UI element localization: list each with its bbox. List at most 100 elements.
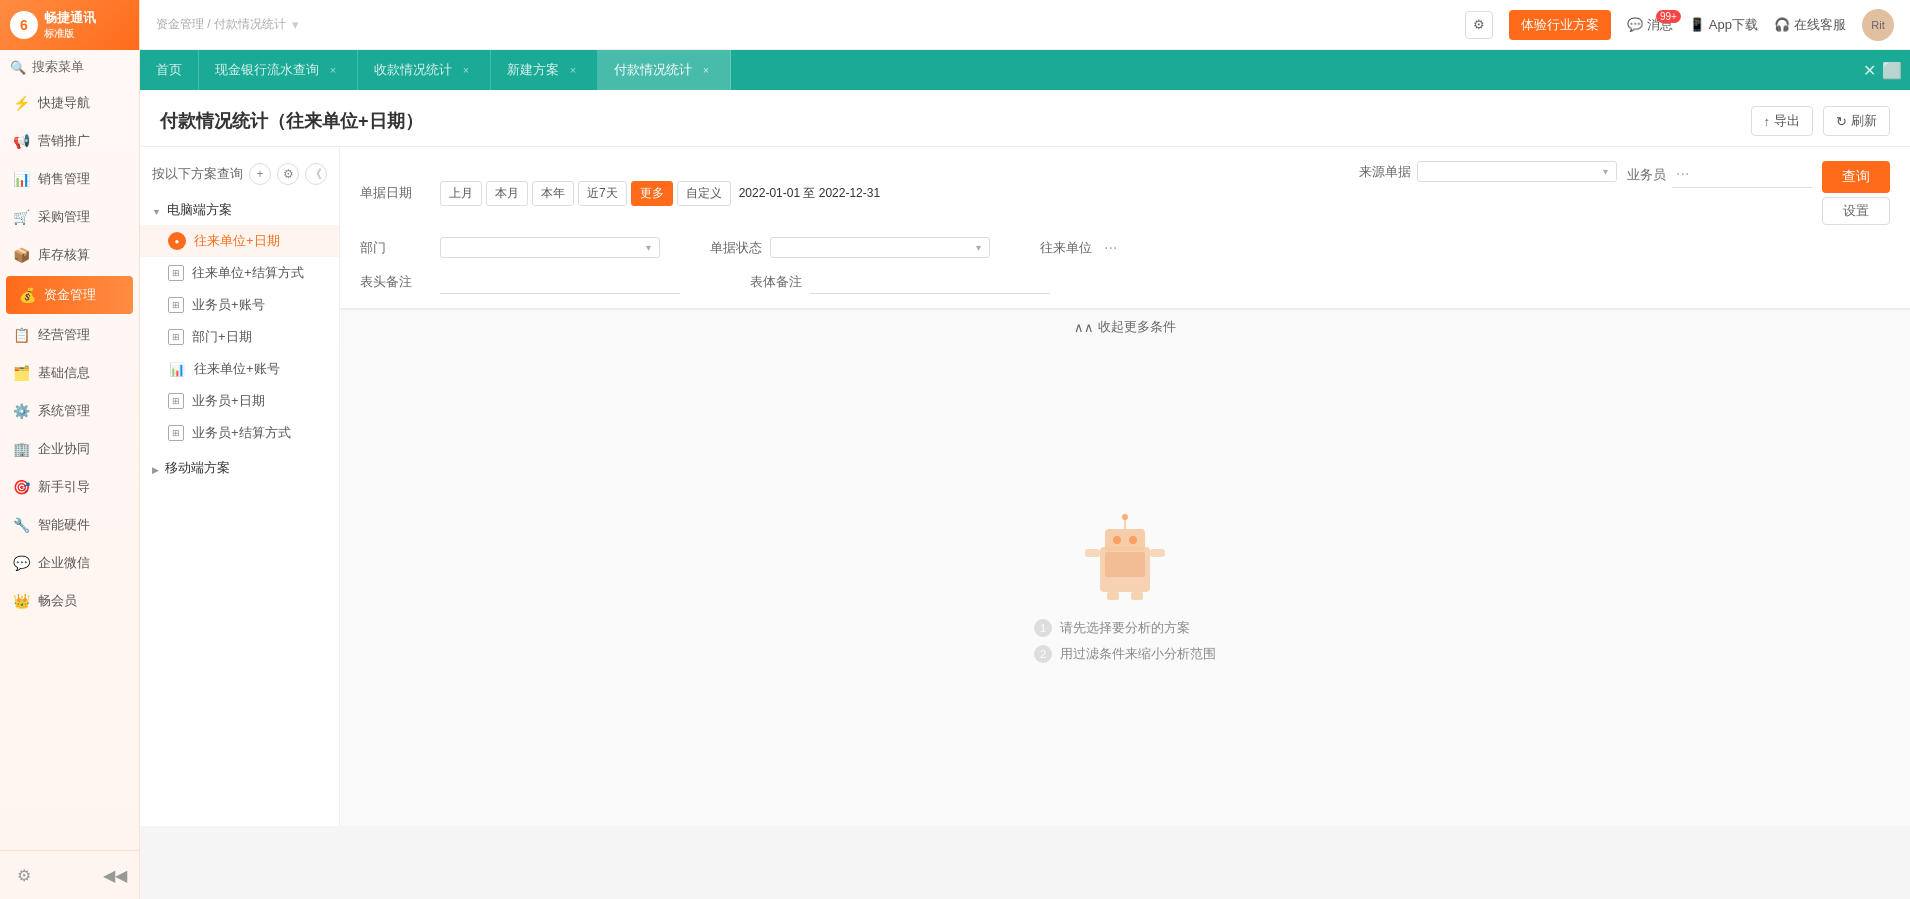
trial-button[interactable]: 体验行业方案 xyxy=(1509,10,1611,40)
sidebar-item-vip[interactable]: 👑 畅会员 xyxy=(0,582,139,620)
tabs-bar: 首页 现金银行流水查询 × 收款情况统计 × 新建方案 × 付款情况统计 × ✕… xyxy=(140,50,1910,90)
refresh-icon: ↻ xyxy=(1836,114,1847,129)
svg-point-3 xyxy=(1113,536,1121,544)
scheme-item-partner-date[interactable]: ● 往来单位+日期 xyxy=(140,225,339,257)
tab-receipts[interactable]: 收款情况统计 × xyxy=(358,50,491,90)
empty-tips: 1 请先选择要分析的方案 2 用过滤条件来缩小分析范围 xyxy=(1034,619,1216,663)
partner-date-icon: ● xyxy=(168,232,186,250)
date-btn-7days[interactable]: 近7天 xyxy=(578,181,627,206)
partner-ellipsis[interactable]: ··· xyxy=(1104,239,1117,257)
sidebar-item-guide[interactable]: 🎯 新手引导 xyxy=(0,468,139,506)
top-header: 资金管理 / 付款情况统计 ▾ ⚙ 体验行业方案 💬 消息 99+ 📱 App下… xyxy=(140,0,1910,50)
tab-cash-flow-close[interactable]: × xyxy=(325,62,341,78)
message-icon: 💬 xyxy=(1627,17,1643,32)
scheme-item-dept-date[interactable]: ⊞ 部门+日期 xyxy=(140,321,339,353)
staff-settle-icon: ⊞ xyxy=(168,425,184,441)
scheme-item-staff-date[interactable]: ⊞ 业务员+日期 xyxy=(140,385,339,417)
system-icon: ⚙️ xyxy=(12,402,30,420)
query-button[interactable]: 查询 xyxy=(1822,161,1890,193)
scheme-collapse-btn[interactable]: 《 xyxy=(305,163,327,185)
vip-icon: 👑 xyxy=(12,592,30,610)
app-logo: 6 畅捷通讯 标准版 xyxy=(0,0,139,50)
source-select[interactable]: ▾ xyxy=(1417,161,1617,182)
download-icon: 📱 xyxy=(1689,17,1705,32)
sidebar-item-operations[interactable]: 📋 经营管理 xyxy=(0,316,139,354)
filter-section: 单据日期 上月 本月 本年 近7天 更多 自定义 2022-01-01 至 20… xyxy=(340,147,1910,309)
partner-settle-icon: ⊞ xyxy=(168,265,184,281)
date-btn-this-month[interactable]: 本月 xyxy=(486,181,528,206)
sidebar-settings-btn[interactable]: ⚙ xyxy=(10,861,38,889)
svg-rect-5 xyxy=(1107,592,1119,600)
tab-close-all-btn[interactable]: ✕ xyxy=(1863,61,1876,80)
results-area: 1 请先选择要分析的方案 2 用过滤条件来缩小分析范围 xyxy=(340,344,1910,826)
settings-small-button[interactable]: 设置 xyxy=(1822,197,1890,225)
scheme-item-partner-settle[interactable]: ⊞ 往来单位+结算方式 xyxy=(140,257,339,289)
scheme-item-staff-account[interactable]: ⊞ 业务员+账号 xyxy=(140,289,339,321)
dept-select[interactable]: ▾ xyxy=(440,237,660,258)
sidebar-item-smart-hw[interactable]: 🔧 智能硬件 xyxy=(0,506,139,544)
tip-num-2: 2 xyxy=(1034,645,1052,663)
export-button[interactable]: ↑ 导出 xyxy=(1751,106,1814,136)
refresh-button[interactable]: ↻ 刷新 xyxy=(1823,106,1890,136)
tab-cash-flow[interactable]: 现金银行流水查询 × xyxy=(199,50,358,90)
source-label: 来源单据 xyxy=(1359,163,1411,181)
online-service[interactable]: 🎧 在线客服 xyxy=(1774,16,1846,34)
sidebar-item-sales[interactable]: 📊 销售管理 xyxy=(0,160,139,198)
page-title: 付款情况统计（往来单位+日期） xyxy=(160,109,423,133)
search-menu[interactable]: 🔍 搜索菜单 xyxy=(0,50,139,84)
pc-schemes-title[interactable]: 电脑端方案 xyxy=(140,195,339,225)
finance-icon: 💰 xyxy=(18,286,36,304)
empty-state: 1 请先选择要分析的方案 2 用过滤条件来缩小分析范围 xyxy=(1034,507,1216,663)
scheme-add-btn[interactable]: + xyxy=(249,163,271,185)
tab-payments-close[interactable]: × xyxy=(698,62,714,78)
date-btn-last-month[interactable]: 上月 xyxy=(440,181,482,206)
date-btn-more[interactable]: 更多 xyxy=(631,181,673,206)
user-avatar[interactable]: Rit xyxy=(1862,9,1894,41)
tab-receipts-close[interactable]: × xyxy=(458,62,474,78)
basic-info-icon: 🗂️ xyxy=(12,364,30,382)
scheme-panel: 按以下方案查询 + ⚙ 《 电脑端方案 ● 往来单位+日期 xyxy=(140,147,340,826)
dept-date-icon: ⊞ xyxy=(168,329,184,345)
scheme-settings-btn[interactable]: ⚙ xyxy=(277,163,299,185)
header-settings-button[interactable]: ⚙ xyxy=(1465,11,1493,39)
mobile-schemes-title[interactable]: 移动端方案 xyxy=(140,453,339,483)
tab-new-scheme-close[interactable]: × xyxy=(565,62,581,78)
date-btn-this-year[interactable]: 本年 xyxy=(532,181,574,206)
body-note-label: 表体备注 xyxy=(750,273,802,291)
sidebar-item-basic-info[interactable]: 🗂️ 基础信息 xyxy=(0,354,139,392)
guide-icon: 🎯 xyxy=(12,478,30,496)
sidebar-item-finance[interactable]: 💰 资金管理 xyxy=(6,276,133,314)
sidebar-collapse-btn[interactable]: ◀◀ xyxy=(101,861,129,889)
collapse-more-btn[interactable]: ∧∧ 收起更多条件 xyxy=(340,309,1910,344)
scheme-item-partner-account[interactable]: 📊 往来单位+账号 xyxy=(140,353,339,385)
tab-payments[interactable]: 付款情况统计 × xyxy=(598,50,731,90)
scheme-panel-title: 按以下方案查询 xyxy=(152,165,243,183)
date-btn-custom[interactable]: 自定义 xyxy=(677,181,731,206)
tab-new-scheme[interactable]: 新建方案 × xyxy=(491,50,598,90)
sidebar-item-enterprise-wechat[interactable]: 💬 企业微信 xyxy=(0,544,139,582)
tab-home[interactable]: 首页 xyxy=(140,50,199,90)
empty-tip-1: 1 请先选择要分析的方案 xyxy=(1034,619,1216,637)
sidebar-item-system[interactable]: ⚙️ 系统管理 xyxy=(0,392,139,430)
smart-hw-icon: 🔧 xyxy=(12,516,30,534)
scheme-item-staff-settle[interactable]: ⊞ 业务员+结算方式 xyxy=(140,417,339,449)
sidebar-menu: ⚡ 快捷导航 📢 营销推广 📊 销售管理 🛒 采购管理 📦 库存核算 💰 资金管… xyxy=(0,84,139,850)
filter-row-date: 单据日期 上月 本月 本年 近7天 更多 自定义 2022-01-01 至 20… xyxy=(360,161,1890,225)
date-range-display: 2022-01-01 至 2022-12-31 xyxy=(739,185,880,202)
notification-bell[interactable]: 💬 消息 99+ xyxy=(1627,16,1673,34)
sidebar-item-enterprise[interactable]: 🏢 企业协同 xyxy=(0,430,139,468)
app-download[interactable]: 📱 App下载 xyxy=(1689,16,1758,34)
head-note-input[interactable] xyxy=(440,270,680,294)
sidebar-item-inventory[interactable]: 📦 库存核算 xyxy=(0,236,139,274)
filter-row-dept: 部门 ▾ 单据状态 ▾ 往来单位 ··· xyxy=(360,237,1890,258)
status-select[interactable]: ▾ xyxy=(770,237,990,258)
sidebar-bottom: ⚙ ◀◀ xyxy=(0,850,139,899)
sidebar-item-quick-nav[interactable]: ⚡ 快捷导航 xyxy=(0,84,139,122)
tab-expand-btn[interactable]: ⬜ xyxy=(1882,61,1902,80)
body-note-input[interactable] xyxy=(810,270,1050,294)
sidebar-item-marketing[interactable]: 📢 营销推广 xyxy=(0,122,139,160)
staff-ellipsis[interactable]: ··· xyxy=(1676,165,1689,183)
pc-section-arrow xyxy=(152,203,161,218)
sales-icon: 📊 xyxy=(12,170,30,188)
sidebar-item-purchase[interactable]: 🛒 采购管理 xyxy=(0,198,139,236)
